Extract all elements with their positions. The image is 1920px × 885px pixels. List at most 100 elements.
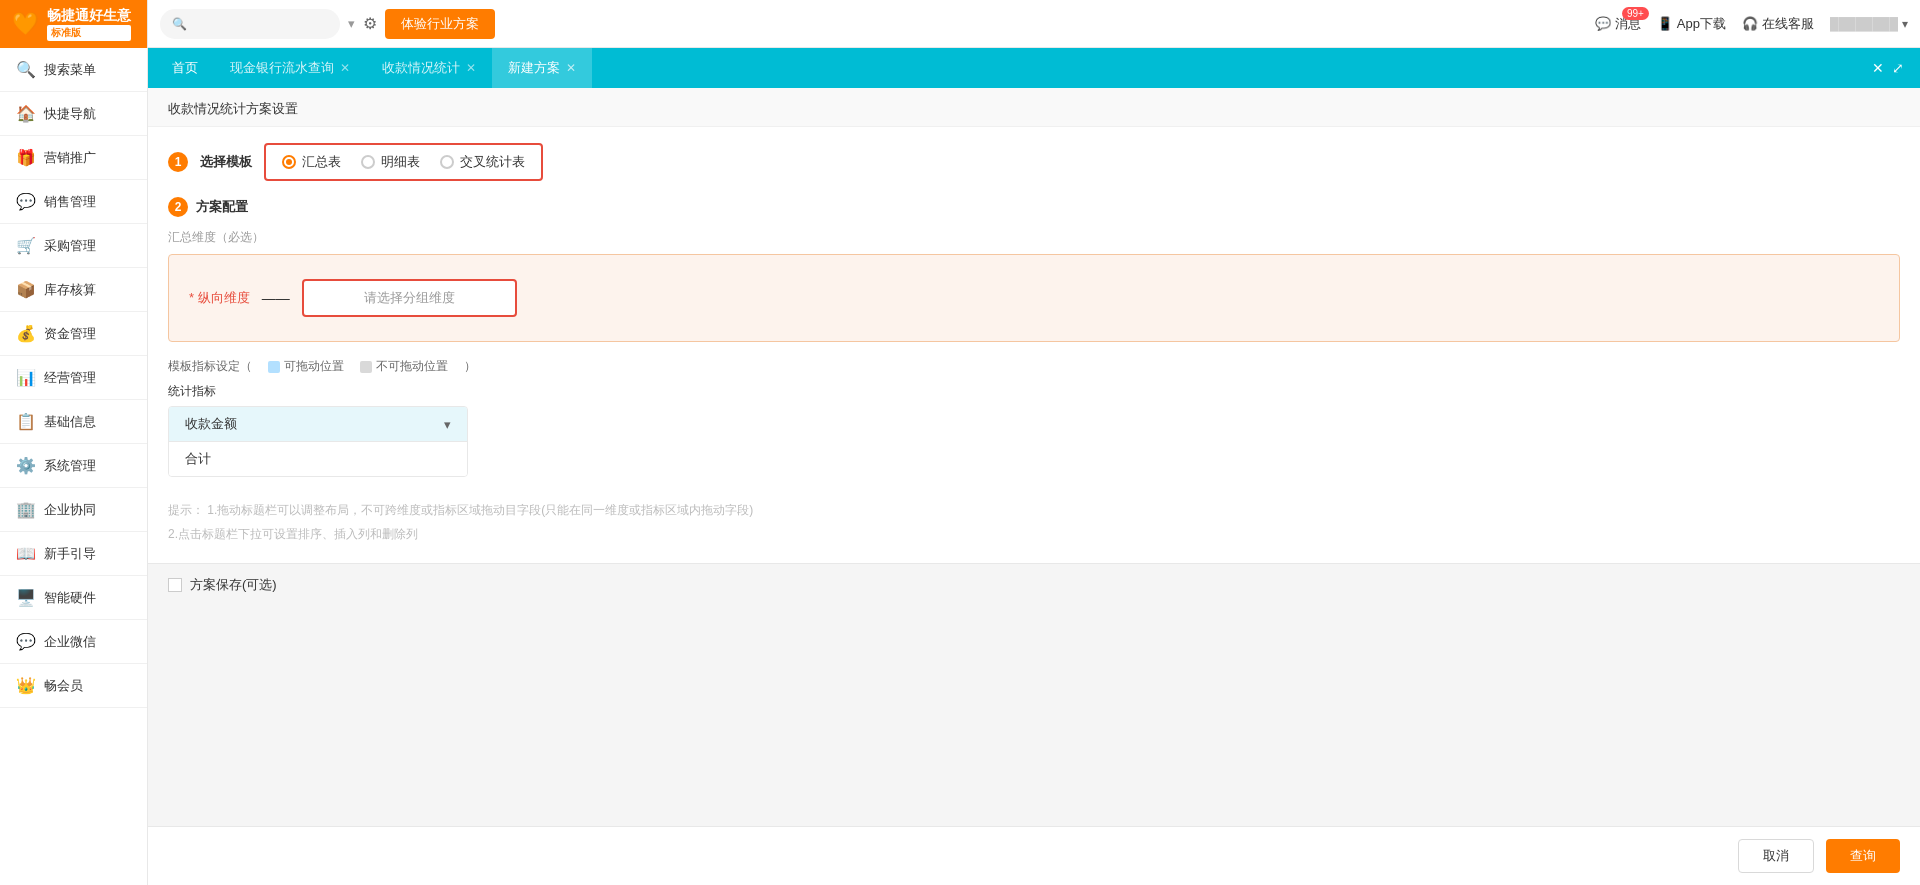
dimension-subsection: 汇总维度（必选） * 纵向维度 —— 请选择分组维度 xyxy=(168,229,1900,342)
metrics-column-header: 收款金额 xyxy=(185,415,237,433)
radio-summary[interactable]: 汇总表 xyxy=(282,153,341,171)
app-download-btn[interactable]: 📱 App下载 xyxy=(1657,15,1726,33)
tab-payment-stats[interactable]: 收款情况统计 ✕ xyxy=(366,48,492,88)
sidebar-item-enterprise[interactable]: 🏢 企业协同 xyxy=(0,488,147,532)
industry-btn[interactable]: 体验行业方案 xyxy=(385,9,495,39)
sidebar-item-label: 资金管理 xyxy=(44,325,96,343)
dimension-placeholder: 请选择分组维度 xyxy=(364,290,455,305)
purchase-icon: 🛒 xyxy=(16,236,36,255)
sidebar-item-label: 采购管理 xyxy=(44,237,96,255)
sidebar-item-basic-info[interactable]: 📋 基础信息 xyxy=(0,400,147,444)
sales-icon: 💬 xyxy=(16,192,36,211)
tab-home[interactable]: 首页 xyxy=(156,59,214,77)
user-menu[interactable]: ████████ ▾ xyxy=(1830,17,1908,31)
query-button[interactable]: 查询 xyxy=(1826,839,1900,873)
tab-cash-flow[interactable]: 现金银行流水查询 ✕ xyxy=(214,48,366,88)
save-label: 方案保存(可选) xyxy=(190,576,277,594)
sidebar-item-label: 企业微信 xyxy=(44,633,96,651)
hint-line-2: 2.点击标题栏下拉可设置排序、插入列和删除列 xyxy=(168,524,1900,546)
sidebar-item-purchase[interactable]: 🛒 采购管理 xyxy=(0,224,147,268)
hardware-icon: 🖥️ xyxy=(16,588,36,607)
form-section: 1 选择模板 汇总表 明细表 交叉统计表 xyxy=(148,127,1920,563)
sidebar-item-quick-nav[interactable]: 🏠 快捷导航 xyxy=(0,92,147,136)
draggable-dot xyxy=(268,361,280,373)
sidebar-item-label: 库存核算 xyxy=(44,281,96,299)
guide-icon: 📖 xyxy=(16,544,36,563)
metrics-dropdown-arrow[interactable]: ▾ xyxy=(444,417,451,432)
header-dropdown-arrow[interactable]: ▾ xyxy=(348,16,355,31)
sidebar-item-search-menu[interactable]: 🔍 搜索菜单 xyxy=(0,48,147,92)
sidebar-item-system[interactable]: ⚙️ 系统管理 xyxy=(0,444,147,488)
dimension-row: * 纵向维度 —— 请选择分组维度 xyxy=(189,279,517,317)
step1-row: 1 选择模板 汇总表 明细表 交叉统计表 xyxy=(168,143,1900,181)
page-title: 收款情况统计方案设置 xyxy=(148,88,1920,127)
online-support-btn[interactable]: 🎧 在线客服 xyxy=(1742,15,1814,33)
radio-cross-label: 交叉统计表 xyxy=(460,153,525,171)
header-gear-icon[interactable]: ⚙ xyxy=(363,14,377,33)
tab-close-payment-stats[interactable]: ✕ xyxy=(466,61,476,75)
tab-close-new-plan[interactable]: ✕ xyxy=(566,61,576,75)
fixed-tag: 不可拖动位置 xyxy=(360,358,448,375)
notification-btn[interactable]: 💬 消息 99+ xyxy=(1595,15,1641,33)
sidebar-item-label: 企业协同 xyxy=(44,501,96,519)
radio-circle-detail xyxy=(361,155,375,169)
sidebar-item-label: 智能硬件 xyxy=(44,589,96,607)
sidebar-item-inventory[interactable]: 📦 库存核算 xyxy=(0,268,147,312)
footer-bar: 取消 查询 xyxy=(148,826,1920,885)
sidebar-item-label: 营销推广 xyxy=(44,149,96,167)
sidebar-item-member[interactable]: 👑 畅会员 xyxy=(0,664,147,708)
page-content: 收款情况统计方案设置 1 选择模板 汇总表 明细表 xyxy=(148,88,1920,826)
metrics-table-header[interactable]: 收款金额 ▾ xyxy=(169,407,467,442)
sidebar-item-sales[interactable]: 💬 销售管理 xyxy=(0,180,147,224)
radio-cross[interactable]: 交叉统计表 xyxy=(440,153,525,171)
dimension-area: * 纵向维度 —— 请选择分组维度 xyxy=(168,254,1900,342)
member-icon: 👑 xyxy=(16,676,36,695)
dimension-arrow: —— xyxy=(262,290,290,306)
search-menu-icon: 🔍 xyxy=(16,60,36,79)
metrics-table: 收款金额 ▾ 合计 xyxy=(168,406,468,477)
sidebar-item-guide[interactable]: 📖 新手引导 xyxy=(0,532,147,576)
hint-line-1: 提示： 1.拖动标题栏可以调整布局，不可跨维度或指标区域拖动目字段(只能在同一维… xyxy=(168,500,1900,522)
step1-label: 选择模板 xyxy=(200,153,252,171)
fixed-label: 不可拖动位置 xyxy=(376,358,448,375)
draggable-label: 可拖动位置 xyxy=(284,358,344,375)
step2-row: 2 方案配置 xyxy=(168,197,1900,217)
content-area: 收款情况统计方案设置 1 选择模板 汇总表 明细表 xyxy=(148,88,1920,885)
sidebar-item-label: 销售管理 xyxy=(44,193,96,211)
dimension-select[interactable]: 请选择分组维度 xyxy=(302,279,517,317)
sidebar-logo: 🧡 畅捷通好生意 标准版 xyxy=(0,0,147,48)
enterprise-icon: 🏢 xyxy=(16,500,36,519)
main-area: 🔍 ▾ ⚙ 体验行业方案 💬 消息 99+ 📱 App下载 🎧 在线客服 ███… xyxy=(148,0,1920,885)
save-checkbox[interactable] xyxy=(168,578,182,592)
sidebar-item-label: 基础信息 xyxy=(44,413,96,431)
logo-badge: 标准版 xyxy=(47,25,131,41)
top-header: 🔍 ▾ ⚙ 体验行业方案 💬 消息 99+ 📱 App下载 🎧 在线客服 ███… xyxy=(148,0,1920,48)
sidebar-item-operations[interactable]: 📊 经营管理 xyxy=(0,356,147,400)
sidebar-item-marketing[interactable]: 🎁 营销推广 xyxy=(0,136,147,180)
radio-detail[interactable]: 明细表 xyxy=(361,153,420,171)
tab-close-cash-flow[interactable]: ✕ xyxy=(340,61,350,75)
basic-info-icon: 📋 xyxy=(16,412,36,431)
sidebar-item-finance[interactable]: 💰 资金管理 xyxy=(0,312,147,356)
cancel-button[interactable]: 取消 xyxy=(1738,839,1814,873)
message-icon: 💬 xyxy=(1595,16,1611,31)
window-maximize-btn[interactable]: ⤢ xyxy=(1892,60,1904,76)
metrics-section: 模板指标设定（ 可拖动位置 不可拖动位置 ） xyxy=(168,358,1900,480)
sidebar-item-wechat[interactable]: 💬 企业微信 xyxy=(0,620,147,664)
sidebar-item-label: 经营管理 xyxy=(44,369,96,387)
tab-new-plan[interactable]: 新建方案 ✕ xyxy=(492,48,592,88)
user-avatar: ████████ xyxy=(1830,17,1898,31)
window-controls: ✕ ⤢ xyxy=(1864,60,1912,76)
radio-circle-summary xyxy=(282,155,296,169)
sidebar-item-hardware[interactable]: 🖥️ 智能硬件 xyxy=(0,576,147,620)
metrics-header-text: 模板指标设定（ xyxy=(168,358,252,375)
window-close-btn[interactable]: ✕ xyxy=(1872,60,1884,76)
header-search-box[interactable]: 🔍 xyxy=(160,9,340,39)
sidebar-item-label: 新手引导 xyxy=(44,545,96,563)
notification-badge: 99+ xyxy=(1622,7,1649,20)
finance-icon: 💰 xyxy=(16,324,36,343)
dimension-title: 汇总维度（必选） xyxy=(168,229,1900,246)
vertical-dimension-label: * 纵向维度 xyxy=(189,289,250,307)
metrics-header: 模板指标设定（ 可拖动位置 不可拖动位置 ） xyxy=(168,358,1900,375)
draggable-tag: 可拖动位置 xyxy=(268,358,344,375)
